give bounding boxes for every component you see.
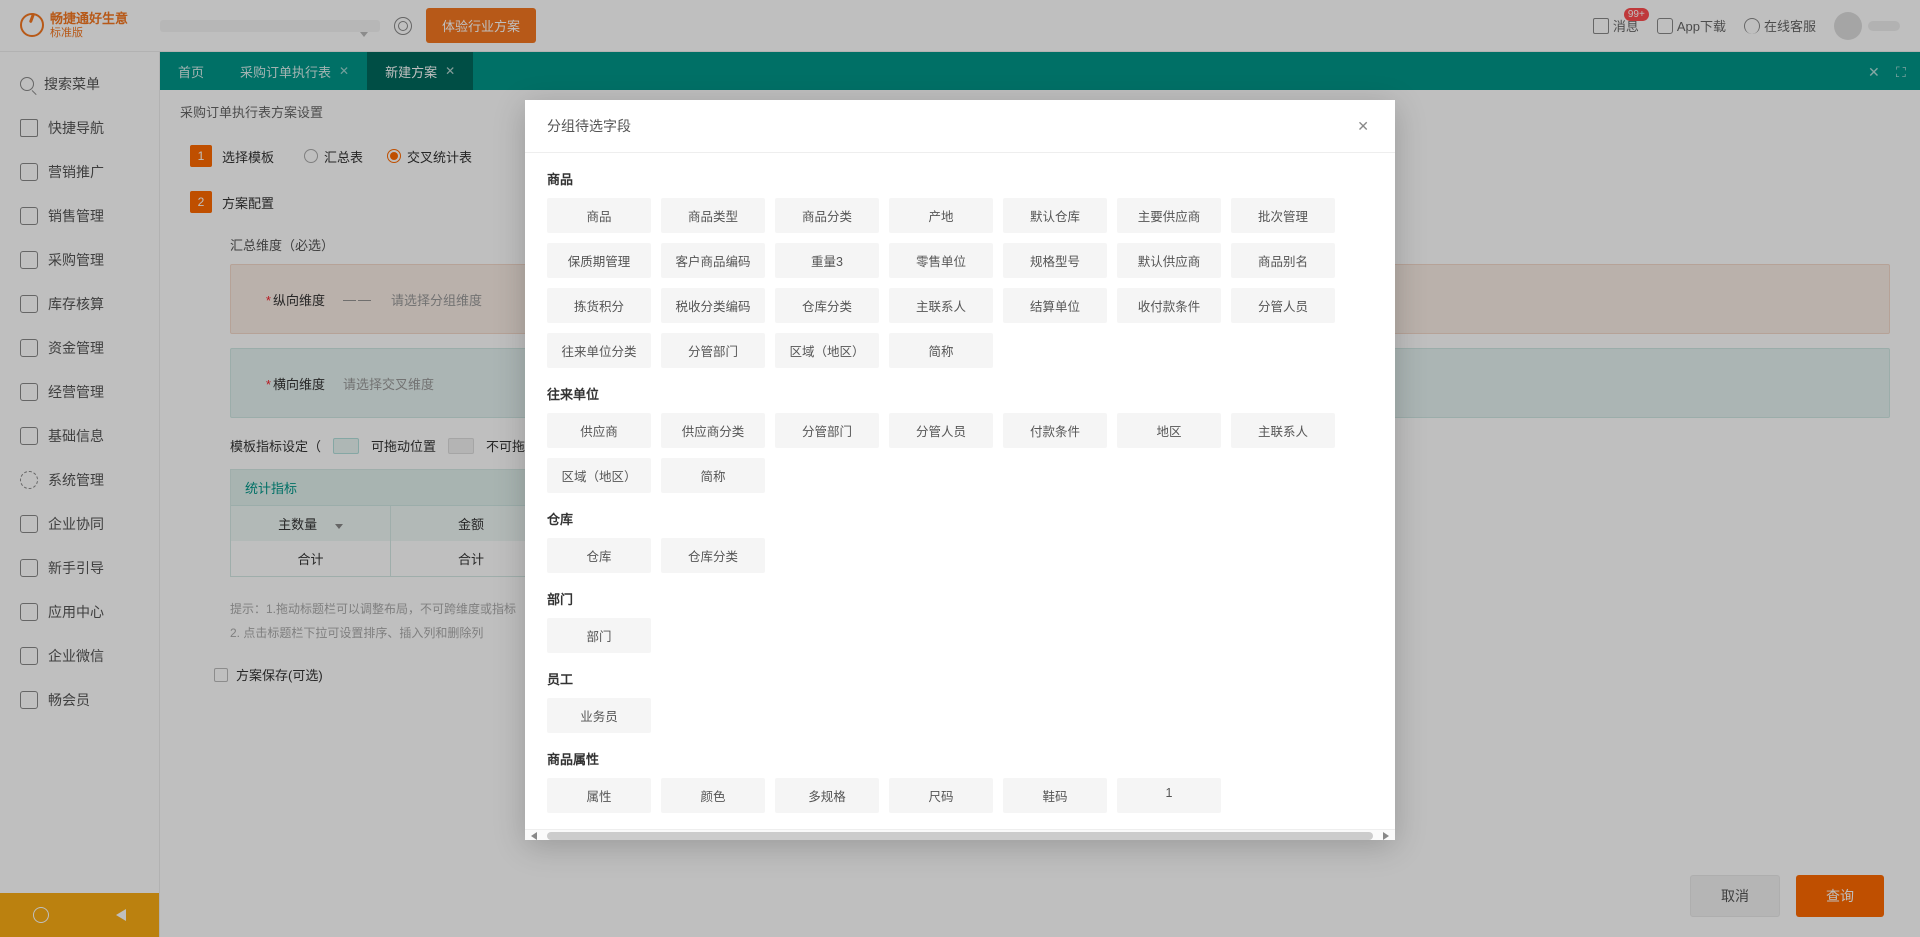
- field-tag[interactable]: 商品: [547, 198, 651, 233]
- field-group: 部门部门: [547, 589, 1373, 653]
- field-tag[interactable]: 颜色: [661, 778, 765, 813]
- modal-mask: 分组待选字段 ✕ 商品商品商品类型商品分类产地默认仓库主要供应商批次管理保质期管…: [0, 0, 1920, 937]
- field-group: 仓库仓库仓库分类: [547, 509, 1373, 573]
- field-tag[interactable]: 保质期管理: [547, 243, 651, 278]
- field-tag[interactable]: 区域（地区）: [775, 333, 879, 368]
- field-list: 属性颜色多规格尺码鞋码 1: [547, 778, 1373, 813]
- field-tag[interactable]: 主联系人: [1231, 413, 1335, 448]
- field-tag[interactable]: 收付款条件: [1117, 288, 1221, 323]
- field-tag[interactable]: 业务员: [547, 698, 651, 733]
- field-group-title: 部门: [547, 589, 1373, 608]
- modal-body[interactable]: 商品商品商品类型商品分类产地默认仓库主要供应商批次管理保质期管理客户商品编码重量…: [525, 153, 1395, 829]
- field-list: 供应商供应商分类分管部门分管人员付款条件地区主联系人区域（地区） 简称: [547, 413, 1373, 493]
- field-group-title: 仓库: [547, 509, 1373, 528]
- field-list: 业务员: [547, 698, 1373, 733]
- modal-title: 分组待选字段: [547, 116, 631, 136]
- field-selector-modal: 分组待选字段 ✕ 商品商品商品类型商品分类产地默认仓库主要供应商批次管理保质期管…: [525, 100, 1395, 840]
- field-tag[interactable]: 商品别名: [1231, 243, 1335, 278]
- field-tag[interactable]: 默认供应商: [1117, 243, 1221, 278]
- field-tag[interactable]: 仓库: [547, 538, 651, 573]
- field-tag[interactable]: 产地: [889, 198, 993, 233]
- field-tag[interactable]: 分管部门: [775, 413, 879, 448]
- field-tag[interactable]: 供应商分类: [661, 413, 765, 448]
- field-tag[interactable]: 重量3: [775, 243, 879, 278]
- field-tag[interactable]: 简称: [889, 333, 993, 368]
- field-group-title: 商品: [547, 169, 1373, 188]
- scroll-right-icon: [1383, 832, 1389, 840]
- field-tag[interactable]: 零售单位: [889, 243, 993, 278]
- field-tag[interactable]: 拣货积分: [547, 288, 651, 323]
- field-tag[interactable]: 规格型号: [1003, 243, 1107, 278]
- field-group: 商品商品商品类型商品分类产地默认仓库主要供应商批次管理保质期管理客户商品编码重量…: [547, 169, 1373, 368]
- field-tag[interactable]: 税收分类编码: [661, 288, 765, 323]
- modal-scrollbar[interactable]: [525, 829, 1395, 840]
- field-tag[interactable]: 结算单位: [1003, 288, 1107, 323]
- field-tag[interactable]: 供应商: [547, 413, 651, 448]
- field-group-title: 员工: [547, 669, 1373, 688]
- field-tag[interactable]: 客户商品编码: [661, 243, 765, 278]
- field-tag[interactable]: 1: [1117, 778, 1221, 813]
- field-tag[interactable]: 主要供应商: [1117, 198, 1221, 233]
- field-tag[interactable]: 简称: [661, 458, 765, 493]
- field-tag[interactable]: 仓库分类: [661, 538, 765, 573]
- modal-close-icon[interactable]: ✕: [1353, 118, 1373, 135]
- field-group-title: 往来单位: [547, 384, 1373, 403]
- field-tag[interactable]: 部门: [547, 618, 651, 653]
- field-tag[interactable]: 往来单位分类: [547, 333, 651, 368]
- field-group: 员工业务员: [547, 669, 1373, 733]
- field-tag[interactable]: 区域（地区）: [547, 458, 651, 493]
- field-tag[interactable]: 分管部门: [661, 333, 765, 368]
- field-tag[interactable]: 仓库分类: [775, 288, 879, 323]
- field-tag[interactable]: 付款条件: [1003, 413, 1107, 448]
- field-list: 部门: [547, 618, 1373, 653]
- field-tag[interactable]: 主联系人: [889, 288, 993, 323]
- field-tag[interactable]: 多规格: [775, 778, 879, 813]
- field-tag[interactable]: 分管人员: [1231, 288, 1335, 323]
- scroll-left-icon: [531, 832, 537, 840]
- field-group: 往来单位供应商供应商分类分管部门分管人员付款条件地区主联系人区域（地区） 简称: [547, 384, 1373, 493]
- field-tag[interactable]: 地区: [1117, 413, 1221, 448]
- field-tag[interactable]: 默认仓库: [1003, 198, 1107, 233]
- field-tag[interactable]: 商品类型: [661, 198, 765, 233]
- field-tag[interactable]: 批次管理: [1231, 198, 1335, 233]
- field-tag[interactable]: 属性: [547, 778, 651, 813]
- field-tag[interactable]: 分管人员: [889, 413, 993, 448]
- field-list: 商品商品类型商品分类产地默认仓库主要供应商批次管理保质期管理客户商品编码重量3 零…: [547, 198, 1373, 368]
- field-group-title: 商品属性: [547, 749, 1373, 768]
- field-group: 商品属性属性颜色多规格尺码鞋码 1: [547, 749, 1373, 813]
- field-tag[interactable]: 商品分类: [775, 198, 879, 233]
- field-list: 仓库仓库分类: [547, 538, 1373, 573]
- field-tag[interactable]: 鞋码: [1003, 778, 1107, 813]
- field-tag[interactable]: 尺码: [889, 778, 993, 813]
